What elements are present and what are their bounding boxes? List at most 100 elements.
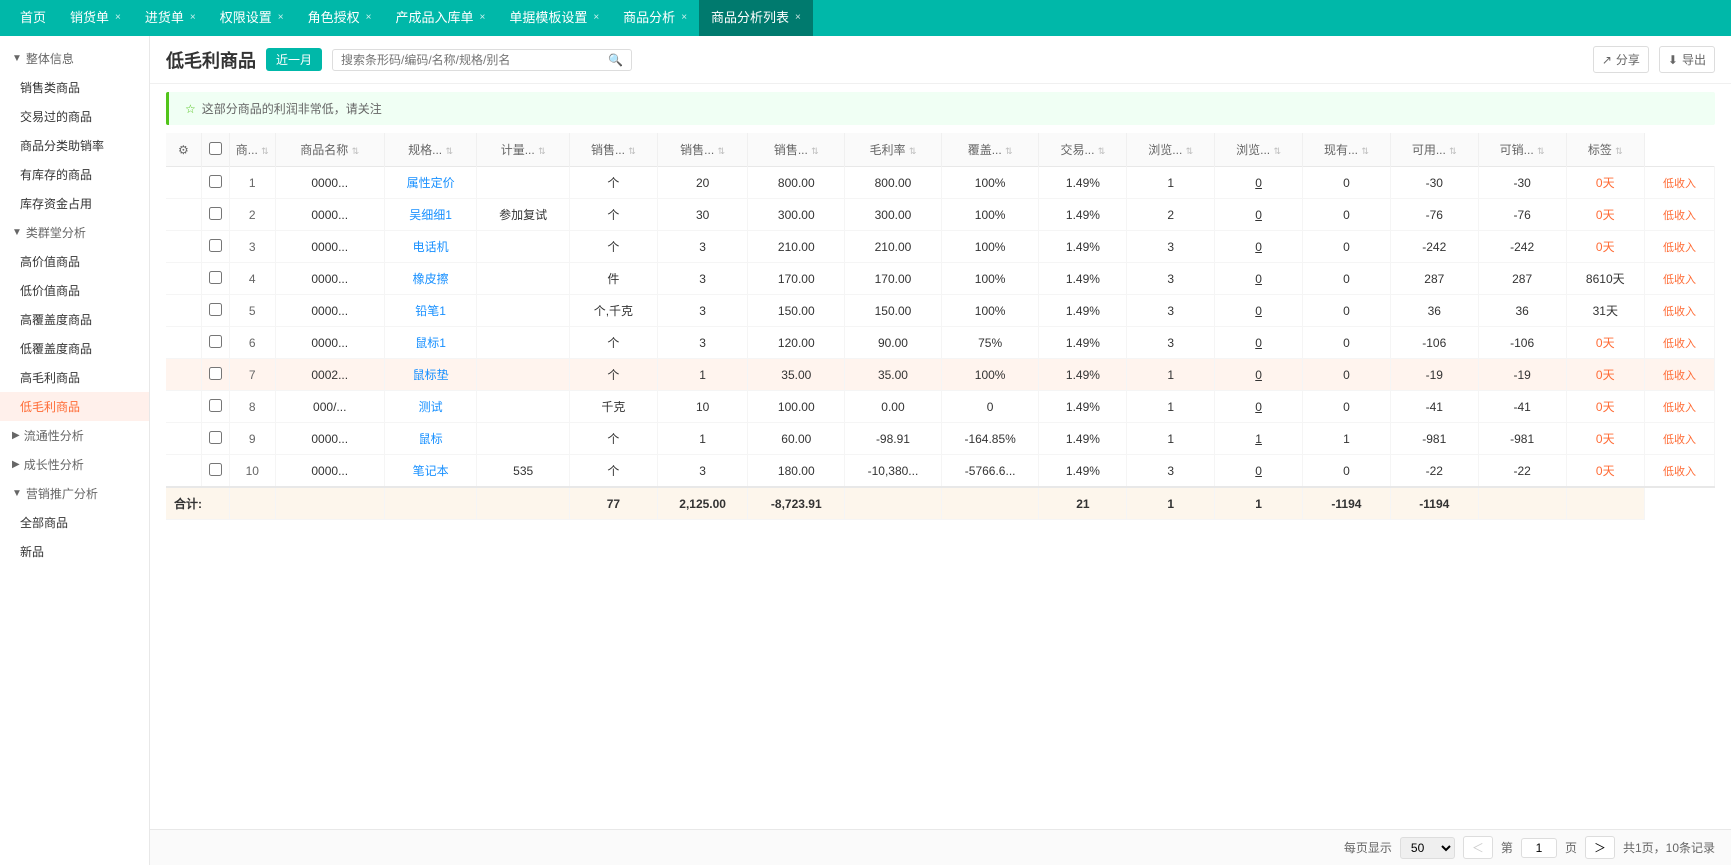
row-checkbox[interactable]	[201, 231, 229, 263]
nav-close-icon[interactable]: ×	[795, 0, 801, 36]
col-views2[interactable]: 浏览... ⇅	[1215, 133, 1303, 167]
col-coverage[interactable]: 覆盖... ⇅	[941, 133, 1039, 167]
sidebar-group-整体信息[interactable]: ▼整体信息	[0, 44, 149, 73]
sidebar-item-高覆盖度商品[interactable]: 高覆盖度商品	[0, 305, 149, 334]
prev-page-button[interactable]: ＜	[1463, 836, 1493, 859]
sidebar-item-销售类商品[interactable]: 销售类商品	[0, 73, 149, 102]
sidebar-group-成长性分析[interactable]: ▶成长性分析	[0, 450, 149, 479]
col-views1[interactable]: 浏览... ⇅	[1127, 133, 1215, 167]
sidebar-item-高毛利商品[interactable]: 高毛利商品	[0, 363, 149, 392]
row-views1[interactable]: 1	[1215, 423, 1303, 455]
nav-item-商品分析[interactable]: 商品分析×	[611, 0, 699, 36]
col-available[interactable]: 可用... ⇅	[1390, 133, 1478, 167]
nav-item-权限设置[interactable]: 权限设置×	[208, 0, 296, 36]
nav-close-icon[interactable]: ×	[190, 0, 196, 36]
row-views1[interactable]: 0	[1215, 167, 1303, 199]
search-icon[interactable]: 🔍	[608, 53, 623, 67]
time-filter-button[interactable]: 近一月	[266, 48, 322, 71]
table-row: 6 0000... 鼠标1 个 3 120.00 90.00 75% 1.49%…	[166, 327, 1715, 359]
row-views1[interactable]: 0	[1215, 327, 1303, 359]
row-checkbox[interactable]	[201, 359, 229, 391]
row-name[interactable]: 吴细细1	[384, 199, 477, 231]
row-name[interactable]: 橡皮擦	[384, 263, 477, 295]
row-checkbox[interactable]	[201, 167, 229, 199]
row-views1[interactable]: 0	[1215, 231, 1303, 263]
sidebar-group-类群堂分析[interactable]: ▼类群堂分析	[0, 218, 149, 247]
col-code[interactable]: 商... ⇅	[229, 133, 275, 167]
nav-close-icon[interactable]: ×	[366, 0, 372, 36]
sidebar-item-低毛利商品[interactable]: 低毛利商品	[0, 392, 149, 421]
col-sales-price[interactable]: 销售... ⇅	[657, 133, 748, 167]
row-checkbox[interactable]	[201, 423, 229, 455]
row-views1[interactable]: 0	[1215, 455, 1303, 488]
row-name[interactable]: 测试	[384, 391, 477, 423]
sidebar-item-交易过的商品[interactable]: 交易过的商品	[0, 102, 149, 131]
sidebar-item-有库存的商品[interactable]: 有库存的商品	[0, 160, 149, 189]
table-row: 4 0000... 橡皮擦 件 3 170.00 170.00 100% 1.4…	[166, 263, 1715, 295]
col-sales-qty[interactable]: 销售... ⇅	[569, 133, 657, 167]
nav-close-icon[interactable]: ×	[681, 0, 687, 36]
select-all-checkbox[interactable]	[209, 142, 222, 155]
sidebar-item-全部商品[interactable]: 全部商品	[0, 508, 149, 537]
row-checkbox[interactable]	[201, 295, 229, 327]
nav-close-icon[interactable]: ×	[593, 0, 599, 36]
row-trans: 1	[1127, 391, 1215, 423]
sidebar-item-高价值商品[interactable]: 高价值商品	[0, 247, 149, 276]
row-sales-price: 300.00	[748, 199, 845, 231]
col-settings[interactable]: ⚙	[166, 133, 201, 167]
row-views1[interactable]: 0	[1215, 391, 1303, 423]
row-name[interactable]: 电话机	[384, 231, 477, 263]
sidebar-item-商品分类助销率[interactable]: 商品分类助销率	[0, 131, 149, 160]
page-number-input[interactable]	[1521, 838, 1557, 858]
col-sales-amount[interactable]: 销售... ⇅	[748, 133, 845, 167]
sidebar-item-低价值商品[interactable]: 低价值商品	[0, 276, 149, 305]
row-name[interactable]: 鼠标垫	[384, 359, 477, 391]
row-checkbox[interactable]	[201, 263, 229, 295]
row-checkbox[interactable]	[201, 327, 229, 359]
row-views1[interactable]: 0	[1215, 359, 1303, 391]
row-views1[interactable]: 0	[1215, 199, 1303, 231]
nav-item-进货单[interactable]: 进货单×	[133, 0, 208, 36]
col-gross-margin[interactable]: 毛利率 ⇅	[845, 133, 942, 167]
total-sales-amount: -8,723.91	[748, 487, 845, 520]
nav-item-商品分析列表[interactable]: 商品分析列表×	[699, 0, 813, 36]
col-unit[interactable]: 计量... ⇅	[477, 133, 570, 167]
nav-item-销货单[interactable]: 销货单×	[58, 0, 133, 36]
row-name[interactable]: 鼠标	[384, 423, 477, 455]
share-button[interactable]: ↗ 分享	[1593, 46, 1649, 73]
nav-item-产成品入库单[interactable]: 产成品入库单×	[383, 0, 497, 36]
nav-close-icon[interactable]: ×	[278, 0, 284, 36]
row-name[interactable]: 笔记本	[384, 455, 477, 488]
row-checkbox[interactable]	[201, 391, 229, 423]
per-page-select[interactable]: 50 100 200	[1400, 837, 1455, 859]
row-views1[interactable]: 0	[1215, 295, 1303, 327]
col-name[interactable]: 商品名称 ⇅	[275, 133, 384, 167]
sidebar-group-流通性分析[interactable]: ▶流通性分析	[0, 421, 149, 450]
row-views1[interactable]: 0	[1215, 263, 1303, 295]
search-input[interactable]	[341, 53, 602, 67]
nav-item-单据模板设置[interactable]: 单据模板设置×	[497, 0, 611, 36]
sidebar-item-库存资金占用[interactable]: 库存资金占用	[0, 189, 149, 218]
sidebar-item-低覆盖度商品[interactable]: 低覆盖度商品	[0, 334, 149, 363]
nav-close-icon[interactable]: ×	[115, 0, 121, 36]
col-trans[interactable]: 交易... ⇅	[1039, 133, 1127, 167]
col-saleable[interactable]: 可销... ⇅	[1478, 133, 1566, 167]
col-current-stock[interactable]: 现有... ⇅	[1303, 133, 1391, 167]
row-name[interactable]: 铅笔1	[384, 295, 477, 327]
row-checkbox[interactable]	[201, 455, 229, 488]
sidebar-item-新品[interactable]: 新品	[0, 537, 149, 566]
nav-item-角色授权[interactable]: 角色授权×	[296, 0, 384, 36]
col-checkbox[interactable]	[201, 133, 229, 167]
nav-close-icon[interactable]: ×	[479, 0, 485, 36]
row-name[interactable]: 鼠标1	[384, 327, 477, 359]
row-name[interactable]: 属性定价	[384, 167, 477, 199]
nav-item-首页[interactable]: 首页	[8, 0, 58, 36]
col-tag[interactable]: 标签 ⇅	[1566, 133, 1644, 167]
col-spec[interactable]: 规格... ⇅	[384, 133, 477, 167]
next-page-button[interactable]: ＞	[1585, 836, 1615, 859]
row-checkbox[interactable]	[201, 199, 229, 231]
export-button[interactable]: ⬇ 导出	[1659, 46, 1715, 73]
total-views2: 1	[1215, 487, 1303, 520]
sidebar-group-营销推广分析[interactable]: ▼营销推广分析	[0, 479, 149, 508]
row-coverage: 1.49%	[1039, 327, 1127, 359]
